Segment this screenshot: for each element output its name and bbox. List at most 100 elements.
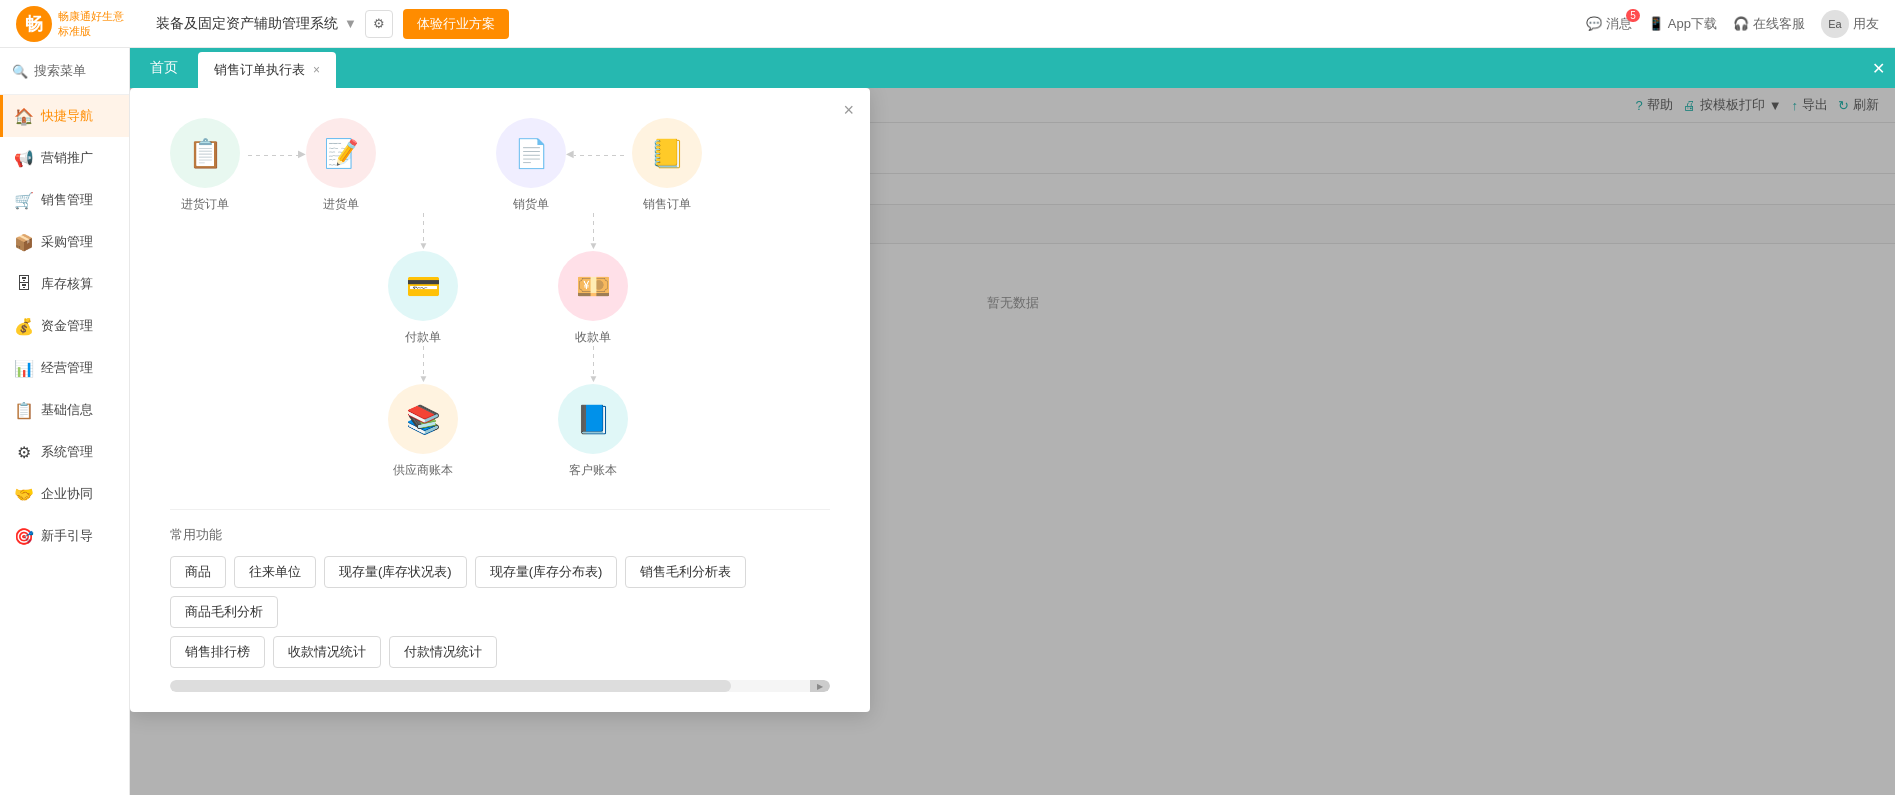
- flow-node-sales-order[interactable]: 📒 销售订单: [632, 118, 702, 213]
- func-btn-product-margin[interactable]: 商品毛利分析: [170, 596, 278, 628]
- sidebar-item-marketing[interactable]: 📢 营销推广: [0, 137, 129, 179]
- sidebar-item-label: 基础信息: [41, 401, 93, 419]
- gear-icon: ⚙: [15, 443, 33, 461]
- arrow-sales-order-to-receipt: [566, 155, 632, 176]
- purchase-order-label: 进货订单: [181, 196, 229, 213]
- sidebar-item-label: 快捷导航: [41, 107, 93, 125]
- sidebar-item-quick-nav[interactable]: 🏠 快捷导航: [0, 95, 129, 137]
- online-service-label: 在线客服: [1753, 15, 1805, 33]
- money-icon: 💰: [15, 317, 33, 335]
- sidebar-item-purchase[interactable]: 📦 采购管理: [0, 221, 129, 263]
- search-menu-button[interactable]: 🔍 搜索菜单: [8, 58, 121, 84]
- search-menu-label: 搜索菜单: [34, 62, 86, 80]
- top-bar: 畅 畅康通好生意 标准版 装备及固定资产辅助管理系统 ▼ ⚙ 体验行业方案 💬 …: [0, 0, 1895, 48]
- cart-icon: 🛒: [15, 191, 33, 209]
- app-download-label: App下载: [1668, 15, 1717, 33]
- func-btn-stock-status[interactable]: 现存量(库存状况表): [324, 556, 467, 588]
- app-download-button[interactable]: 📱 App下载: [1648, 15, 1717, 33]
- common-functions-title: 常用功能: [170, 526, 830, 544]
- sidebar-item-guide[interactable]: 🎯 新手引导: [0, 515, 129, 557]
- sidebar-item-label: 资金管理: [41, 317, 93, 335]
- sidebar-item-label: 企业协同: [41, 485, 93, 503]
- sidebar-search-area: 🔍 搜索菜单: [0, 48, 129, 95]
- tab-home[interactable]: 首页: [130, 48, 198, 88]
- popup-close-button[interactable]: ×: [843, 100, 854, 121]
- flow-node-supplier-ledger[interactable]: 📚 供应商账本: [388, 384, 458, 479]
- flow-diagram: 📋 进货订单: [170, 118, 830, 479]
- popup-scrollbar[interactable]: ▶: [170, 680, 830, 692]
- chart-icon: 📊: [15, 359, 33, 377]
- func-btn-product[interactable]: 商品: [170, 556, 226, 588]
- flow-node-customer-ledger[interactable]: 📘 客户账本: [558, 384, 628, 479]
- func-buttons-row1: 商品 往来单位 现存量(库存状况表) 现存量(库存分布表) 销售毛利分析表 商品…: [170, 556, 830, 628]
- common-functions-section: 常用功能 商品 往来单位 现存量(库存状况表) 现存量(库存分布表) 销售毛利分…: [170, 509, 830, 668]
- sidebar-item-system[interactable]: ⚙ 系统管理: [0, 431, 129, 473]
- user-menu[interactable]: Ea 用友: [1821, 10, 1879, 38]
- app-container: 畅 畅康通好生意 标准版 装备及固定资产辅助管理系统 ▼ ⚙ 体验行业方案 💬 …: [0, 0, 1895, 795]
- popup-overlay[interactable]: × 📋 进货订单: [130, 88, 1895, 795]
- headset-icon: 🎧: [1733, 16, 1749, 31]
- sales-order-icon: 📒: [650, 137, 685, 170]
- message-badge: 5: [1626, 9, 1640, 22]
- sales-receipt-label: 销货单: [513, 196, 549, 213]
- sidebar-item-collab[interactable]: 🤝 企业协同: [0, 473, 129, 515]
- purchase-receipt-label: 进货单: [323, 196, 359, 213]
- tab-label: 销售订单执行表: [214, 61, 305, 79]
- func-buttons-row2: 销售排行榜 收款情况统计 付款情况统计: [170, 636, 830, 668]
- receipt-order-icon: 💴: [576, 270, 611, 303]
- func-btn-stock-dist[interactable]: 现存量(库存分布表): [475, 556, 618, 588]
- sidebar: 🔍 搜索菜单 🏠 快捷导航 📢 营销推广 🛒 销售管理 📦: [0, 48, 130, 795]
- arrow-purchase-to-receipt: [240, 155, 306, 176]
- top-right: 💬 消息 5 📱 App下载 🎧 在线客服 Ea 用友: [1586, 10, 1879, 38]
- logo-area: 畅 畅康通好生意 标准版: [16, 6, 146, 42]
- search-icon: 🔍: [12, 64, 28, 79]
- func-btn-receipt-stats[interactable]: 收款情况统计: [273, 636, 381, 668]
- dropdown-icon[interactable]: ▼: [344, 16, 357, 31]
- box-icon: 📦: [15, 233, 33, 251]
- tab-sales-order[interactable]: 销售订单执行表 ×: [198, 52, 336, 88]
- purchase-receipt-icon: 📝: [324, 137, 359, 170]
- receipt-order-label: 收款单: [575, 329, 611, 346]
- sidebar-item-operations[interactable]: 📊 经营管理: [0, 347, 129, 389]
- tab-bar-close-button[interactable]: ✕: [1872, 59, 1885, 78]
- payment-order-icon: 💳: [406, 270, 441, 303]
- message-icon: 💬: [1586, 16, 1602, 31]
- flow-node-receipt-order[interactable]: 💴 收款单: [558, 251, 628, 346]
- sidebar-item-label: 采购管理: [41, 233, 93, 251]
- system-title-area: 装备及固定资产辅助管理系统 ▼ ⚙ 体验行业方案: [156, 9, 1586, 39]
- sidebar-item-inventory[interactable]: 🗄 库存核算: [0, 263, 129, 305]
- sidebar-item-label: 系统管理: [41, 443, 93, 461]
- popup-scrollbar-thumb: [170, 680, 731, 692]
- guide-icon: 🎯: [15, 527, 33, 545]
- user-label: 用友: [1853, 15, 1879, 33]
- logo-icon: 畅: [16, 6, 52, 42]
- tab-bar: 首页 销售订单执行表 × ✕: [130, 48, 1895, 88]
- sidebar-item-label: 销售管理: [41, 191, 93, 209]
- sidebar-item-label: 营销推广: [41, 149, 93, 167]
- flow-node-purchase-order[interactable]: 📋 进货订单: [170, 118, 240, 213]
- message-button[interactable]: 💬 消息 5: [1586, 15, 1632, 33]
- experience-button[interactable]: 体验行业方案: [403, 9, 509, 39]
- sidebar-item-basic-info[interactable]: 📋 基础信息: [0, 389, 129, 431]
- supplier-ledger-label: 供应商账本: [393, 462, 453, 479]
- popup-scroll-right-button[interactable]: ▶: [810, 680, 830, 692]
- func-btn-sales-margin[interactable]: 销售毛利分析表: [625, 556, 746, 588]
- func-btn-partners[interactable]: 往来单位: [234, 556, 316, 588]
- sidebar-item-label: 经营管理: [41, 359, 93, 377]
- sidebar-item-finance[interactable]: 💰 资金管理: [0, 305, 129, 347]
- purchase-order-icon: 📋: [188, 137, 223, 170]
- collab-icon: 🤝: [15, 485, 33, 503]
- settings-button[interactable]: ⚙: [365, 10, 393, 38]
- sidebar-nav: 🏠 快捷导航 📢 营销推广 🛒 销售管理 📦 采购管理 🗄 库存核: [0, 95, 129, 795]
- tab-close-icon[interactable]: ×: [313, 63, 320, 77]
- sidebar-item-sales[interactable]: 🛒 销售管理: [0, 179, 129, 221]
- flow-node-payment-order[interactable]: 💳 付款单: [388, 251, 458, 346]
- supplier-ledger-icon: 📚: [406, 403, 441, 436]
- flow-node-sales-receipt[interactable]: 📄 销货单: [496, 118, 566, 213]
- flow-node-purchase-receipt[interactable]: 📝 进货单: [306, 118, 376, 213]
- func-btn-sales-rank[interactable]: 销售排行榜: [170, 636, 265, 668]
- online-service-button[interactable]: 🎧 在线客服: [1733, 15, 1805, 33]
- func-btn-payment-stats[interactable]: 付款情况统计: [389, 636, 497, 668]
- megaphone-icon: 📢: [15, 149, 33, 167]
- popup-dialog: × 📋 进货订单: [130, 88, 870, 712]
